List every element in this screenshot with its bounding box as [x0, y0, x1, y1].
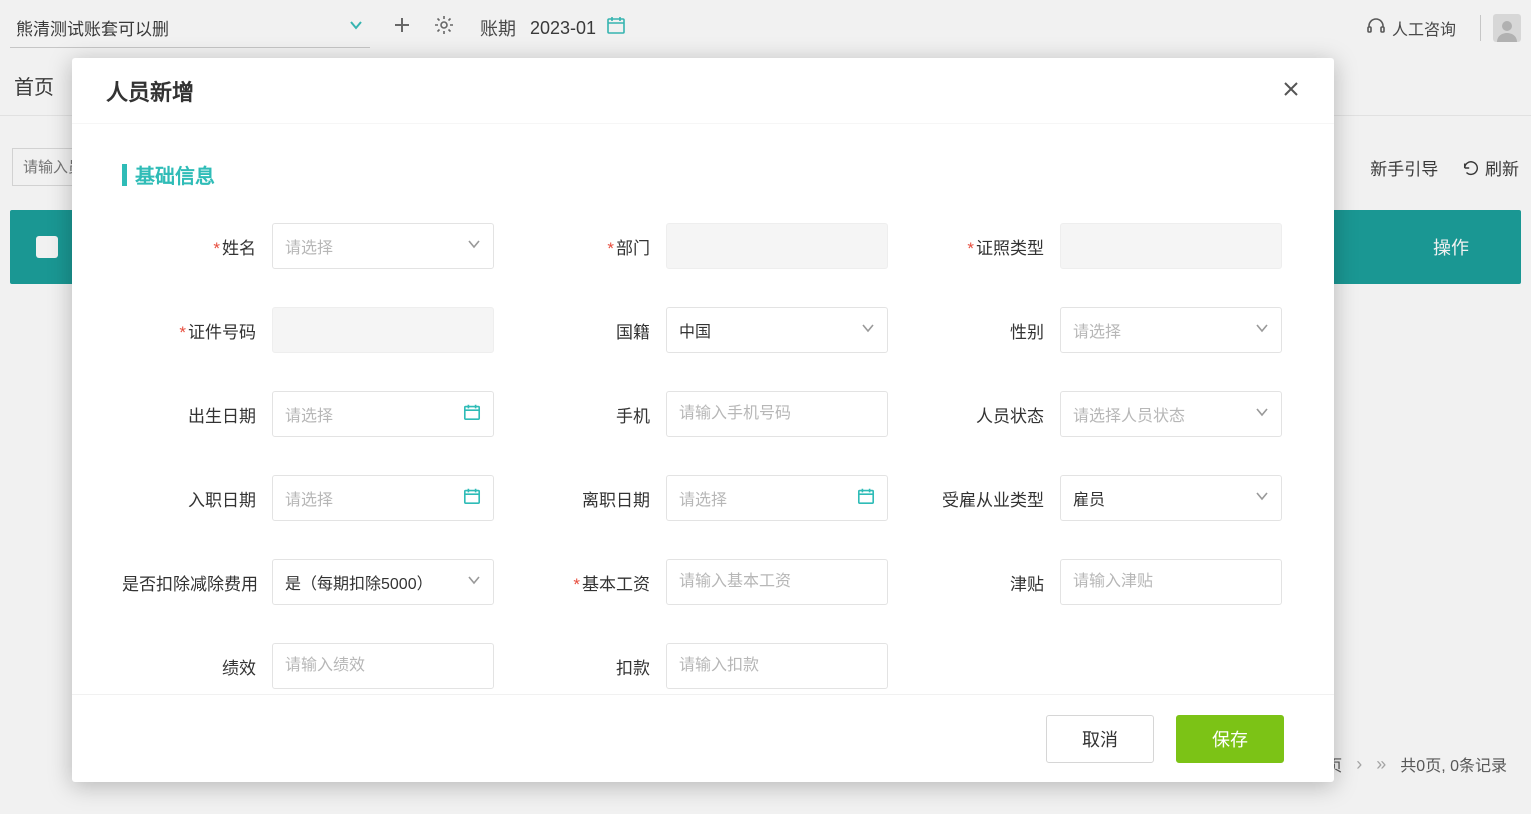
calendar-icon: [463, 403, 481, 426]
status-select[interactable]: 请选择人员状态: [1060, 391, 1282, 437]
label-idtype: 证照类型: [976, 239, 1044, 258]
modal-footer: 取消 保存: [72, 694, 1334, 782]
field-idnumber: *证件号码: [122, 307, 496, 353]
label-department: 部门: [616, 239, 650, 258]
chevron-down-icon: [1255, 321, 1269, 340]
label-deduction: 扣款: [616, 659, 650, 678]
idnumber-input: [272, 307, 494, 353]
phone-input[interactable]: [679, 392, 875, 436]
deduction-input-wrap: [666, 643, 888, 689]
section-basic-label: 基础信息: [135, 160, 215, 189]
calendar-icon: [857, 487, 875, 510]
chevron-down-icon: [467, 237, 481, 256]
nationality-value: 中国: [679, 318, 711, 342]
label-emptype: 受雇从业类型: [942, 491, 1044, 510]
name-select[interactable]: 请选择: [272, 223, 494, 269]
label-phone: 手机: [616, 407, 650, 426]
field-leave: 离职日期 请选择: [516, 475, 890, 521]
deduct-value: 是（每期扣除5000）: [285, 570, 433, 594]
leave-placeholder: 请选择: [679, 486, 727, 510]
department-input: [666, 223, 888, 269]
chevron-down-icon: [861, 321, 875, 340]
deduct-select[interactable]: 是（每期扣除5000）: [272, 559, 494, 605]
allowance-input[interactable]: [1073, 560, 1269, 604]
field-idtype: *证照类型: [910, 223, 1284, 269]
performance-input[interactable]: [285, 644, 481, 688]
label-leave: 离职日期: [582, 491, 650, 510]
label-idnumber: 证件号码: [188, 323, 256, 342]
idtype-input: [1060, 223, 1282, 269]
leave-picker[interactable]: 请选择: [666, 475, 888, 521]
save-button[interactable]: 保存: [1176, 715, 1284, 763]
field-phone: 手机: [516, 391, 890, 437]
close-icon[interactable]: [1282, 78, 1300, 104]
modal-title: 人员新增: [106, 75, 194, 107]
section-basic-title: 基础信息: [122, 160, 1284, 189]
status-placeholder: 请选择人员状态: [1073, 402, 1185, 426]
field-name: *姓名 请选择: [122, 223, 496, 269]
emptype-value: 雇员: [1073, 486, 1105, 510]
label-birthdate: 出生日期: [188, 407, 256, 426]
birthdate-placeholder: 请选择: [285, 402, 333, 426]
label-basesalary: 基本工资: [582, 575, 650, 594]
deduction-input[interactable]: [679, 644, 875, 688]
allowance-input-wrap: [1060, 559, 1282, 605]
label-onboard: 入职日期: [188, 491, 256, 510]
add-person-modal: 人员新增 基础信息 *姓名 请选择 *部门: [72, 58, 1334, 782]
field-gender: 性别 请选择: [910, 307, 1284, 353]
nationality-select[interactable]: 中国: [666, 307, 888, 353]
field-department: *部门: [516, 223, 890, 269]
modal-header: 人员新增: [72, 58, 1334, 124]
field-birthdate: 出生日期 请选择: [122, 391, 496, 437]
name-placeholder: 请选择: [285, 234, 333, 258]
emptype-select[interactable]: 雇员: [1060, 475, 1282, 521]
field-deduct: 是否扣除减除费用 是（每期扣除5000）: [122, 559, 496, 605]
onboard-picker[interactable]: 请选择: [272, 475, 494, 521]
modal-body: 基础信息 *姓名 请选择 *部门 *证照类型: [72, 124, 1334, 694]
gender-placeholder: 请选择: [1073, 318, 1121, 342]
calendar-icon: [463, 487, 481, 510]
basesalary-input-wrap: [666, 559, 888, 605]
field-onboard: 入职日期 请选择: [122, 475, 496, 521]
label-name: 姓名: [222, 239, 256, 258]
gender-select[interactable]: 请选择: [1060, 307, 1282, 353]
birthdate-picker[interactable]: 请选择: [272, 391, 494, 437]
cancel-button[interactable]: 取消: [1046, 715, 1154, 763]
phone-input-wrap: [666, 391, 888, 437]
label-deduct: 是否扣除减除费用: [122, 575, 258, 594]
label-status: 人员状态: [976, 407, 1044, 426]
onboard-placeholder: 请选择: [285, 486, 333, 510]
field-performance: 绩效: [122, 643, 496, 689]
field-status: 人员状态 请选择人员状态: [910, 391, 1284, 437]
performance-input-wrap: [272, 643, 494, 689]
chevron-down-icon: [1255, 405, 1269, 424]
label-gender: 性别: [1010, 323, 1044, 342]
label-performance: 绩效: [222, 659, 256, 678]
chevron-down-icon: [467, 573, 481, 592]
field-emptype: 受雇从业类型 雇员: [910, 475, 1284, 521]
basesalary-input[interactable]: [679, 560, 875, 604]
field-nationality: 国籍 中国: [516, 307, 890, 353]
chevron-down-icon: [1255, 489, 1269, 508]
form-grid: *姓名 请选择 *部门 *证照类型 *证件号码: [122, 223, 1284, 689]
field-basesalary: *基本工资: [516, 559, 890, 605]
field-deduction: 扣款: [516, 643, 890, 689]
field-allowance: 津贴: [910, 559, 1284, 605]
label-allowance: 津贴: [1010, 575, 1044, 594]
label-nationality: 国籍: [616, 323, 650, 342]
